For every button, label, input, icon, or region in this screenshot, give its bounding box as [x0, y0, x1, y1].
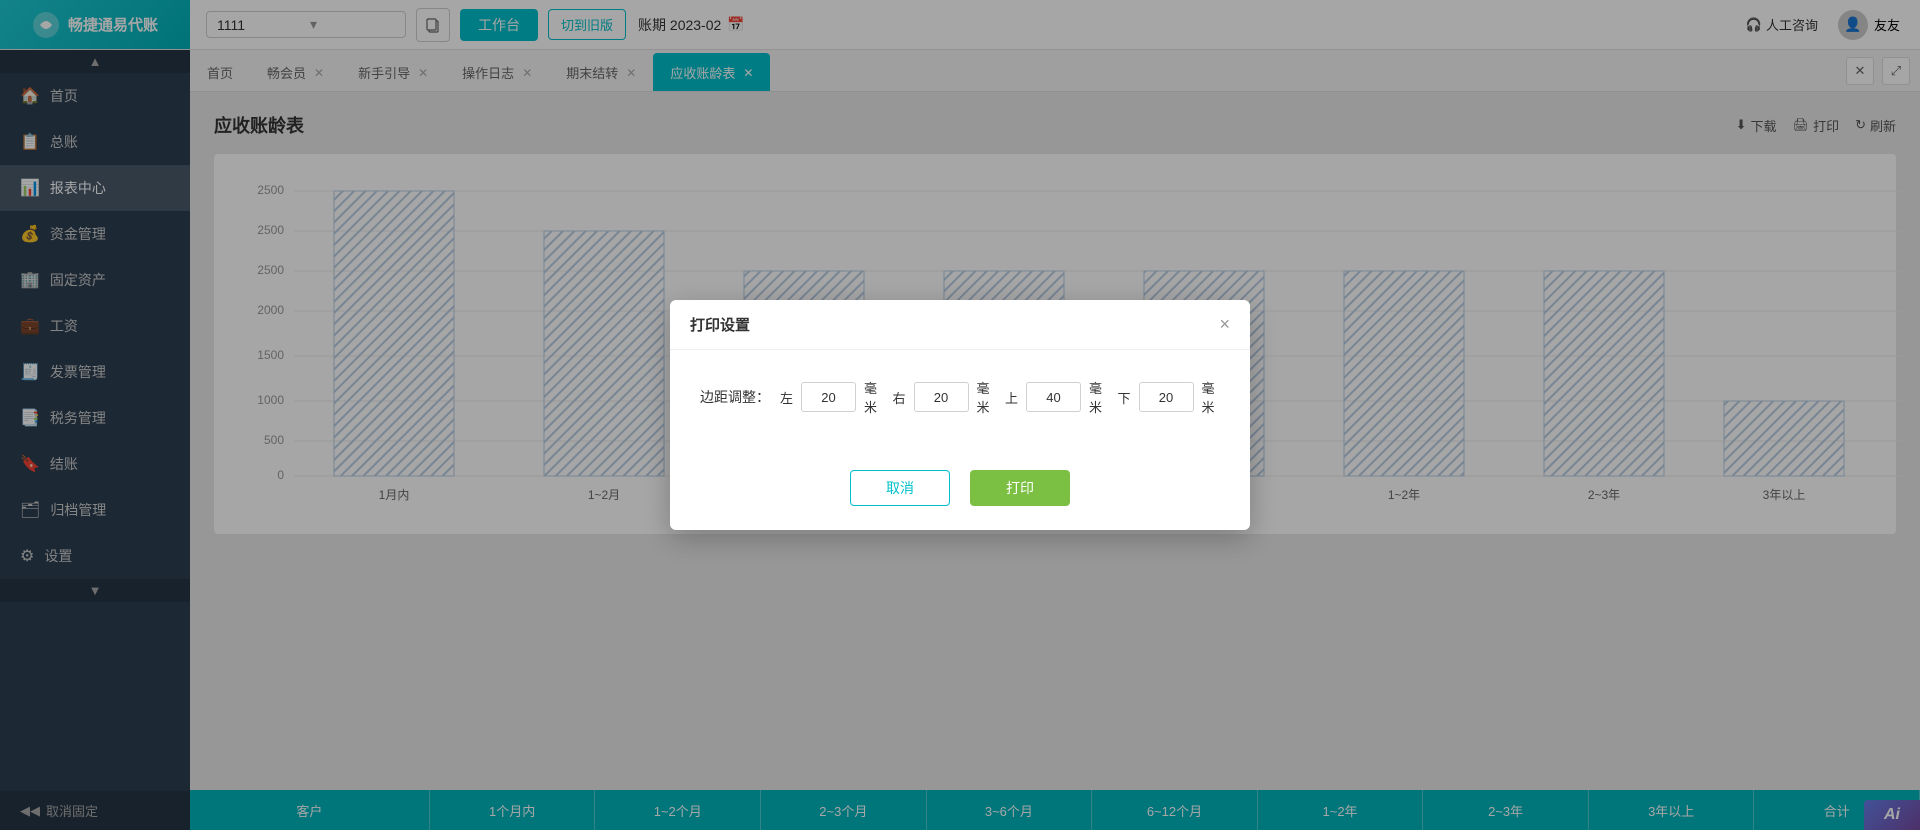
top-input[interactable] — [1026, 382, 1081, 412]
margin-top-group: 上 毫米 — [1005, 378, 1108, 416]
right-unit: 毫米 — [977, 378, 995, 416]
margin-row: 边距调整： 左 毫米 右 毫米 上 毫米 下 — [700, 378, 1220, 416]
top-unit: 毫米 — [1089, 378, 1107, 416]
bottom-input[interactable] — [1139, 382, 1194, 412]
margin-bottom-group: 下 毫米 — [1118, 378, 1221, 416]
margin-left-group: 左 毫米 — [780, 378, 883, 416]
margin-right-group: 右 毫米 — [893, 378, 996, 416]
right-label: 右 — [893, 388, 906, 407]
bottom-label: 下 — [1118, 388, 1131, 407]
dialog-body: 边距调整： 左 毫米 右 毫米 上 毫米 下 — [670, 350, 1250, 460]
dialog-header: 打印设置 × — [670, 300, 1250, 350]
bottom-unit: 毫米 — [1202, 378, 1220, 416]
margin-label: 边距调整： — [700, 387, 770, 407]
left-unit: 毫米 — [864, 378, 882, 416]
dialog-footer: 取消 打印 — [670, 460, 1250, 530]
cancel-button[interactable]: 取消 — [850, 470, 950, 506]
right-input[interactable] — [914, 382, 969, 412]
dialog-title: 打印设置 — [690, 314, 1219, 335]
top-label: 上 — [1005, 388, 1018, 407]
confirm-print-button[interactable]: 打印 — [970, 470, 1070, 506]
print-settings-dialog: 打印设置 × 边距调整： 左 毫米 右 毫米 上 毫米 — [670, 300, 1250, 530]
dialog-close-button[interactable]: × — [1219, 314, 1230, 335]
dialog-overlay: 打印设置 × 边距调整： 左 毫米 右 毫米 上 毫米 — [0, 0, 1920, 830]
left-input[interactable] — [801, 382, 856, 412]
left-label: 左 — [780, 388, 793, 407]
